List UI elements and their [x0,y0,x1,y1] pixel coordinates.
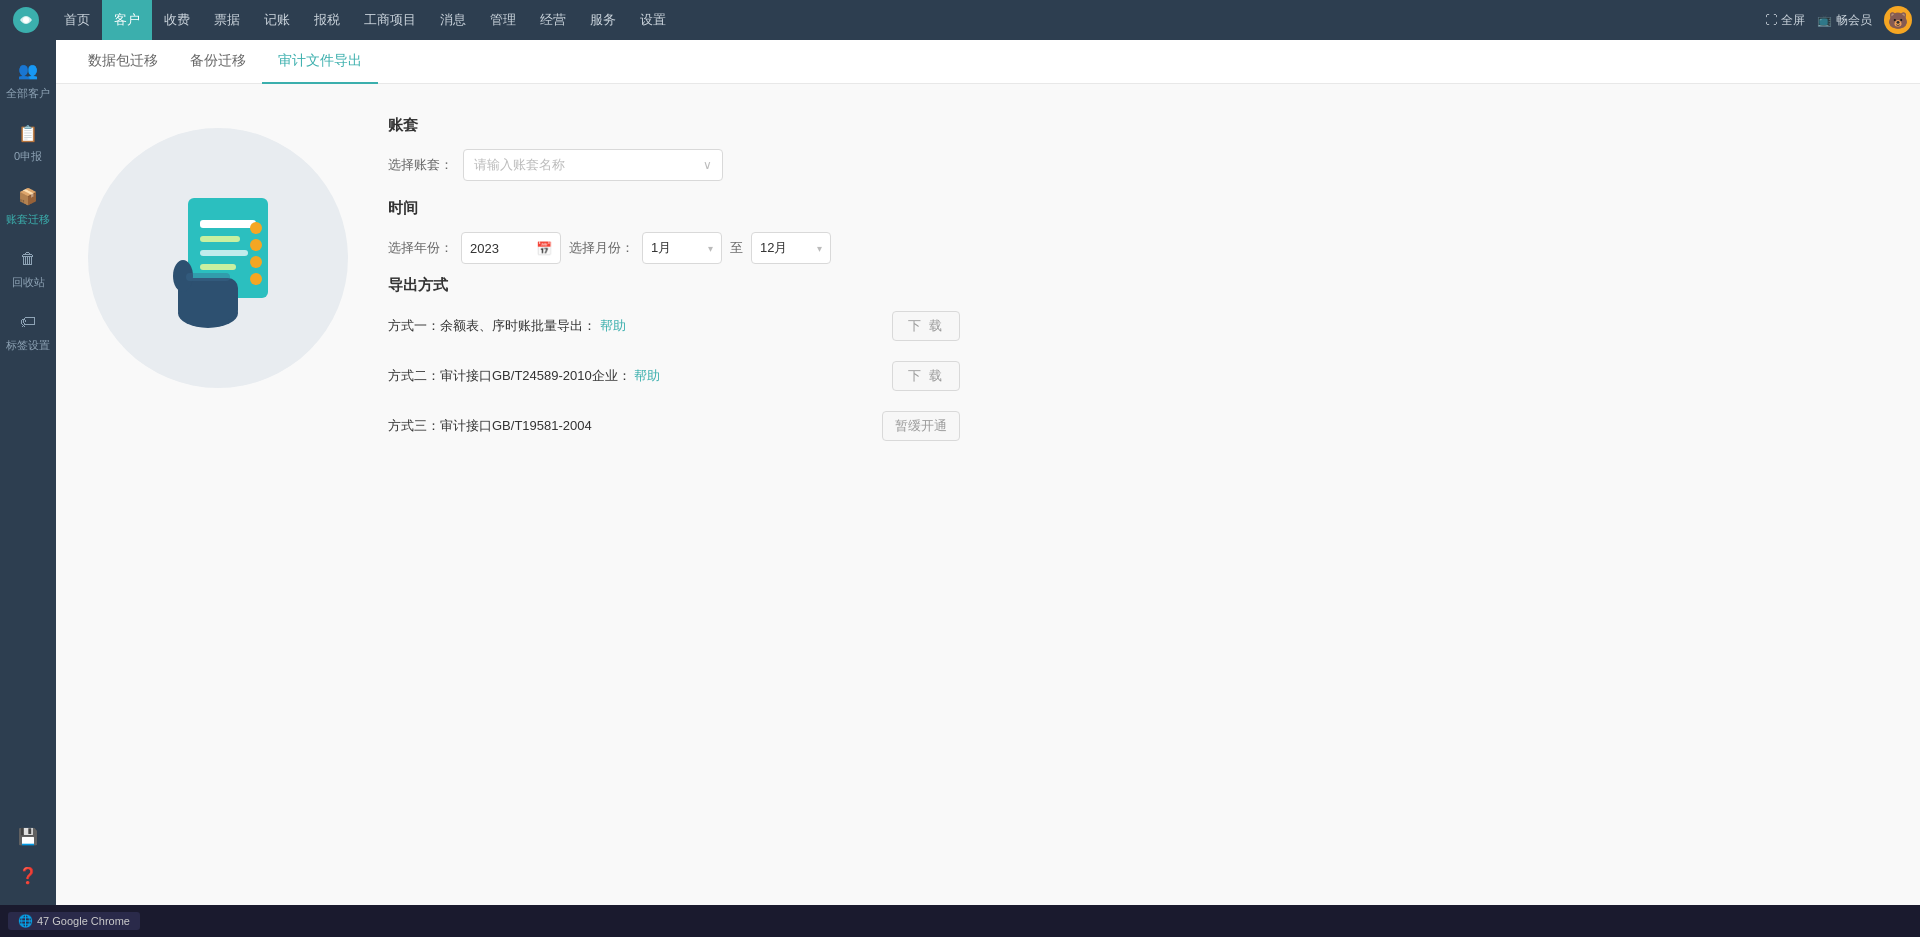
page-content: 账套 选择账套： 请输入账套名称 ∨ 时间 选择年份： 2023 � [56,84,1920,905]
export-method-3-open-button[interactable]: 暂缓开通 [882,411,960,441]
export-method-1-help-link[interactable]: 帮助 [600,318,626,333]
sidebar-item-account-migration[interactable]: 📦 账套迁移 [0,174,56,237]
nav-settings[interactable]: 设置 [628,0,678,40]
month-start-chevron-icon: ▾ [708,243,713,254]
nav-customer[interactable]: 客户 [102,0,152,40]
svg-rect-6 [200,264,236,270]
svg-point-10 [250,273,262,285]
export-section-title: 导出方式 [388,276,968,295]
account-select-row: 选择账套： 请输入账套名称 ∨ [388,149,968,181]
recycle-icon: 🗑 [16,247,40,271]
customers-icon: 👥 [16,58,40,82]
time-section-title: 时间 [388,199,968,218]
sidebar-item-all-customers[interactable]: 👥 全部客户 [0,48,56,111]
nav-manage[interactable]: 管理 [478,0,528,40]
main-layout: 👥 全部客户 📋 0申报 📦 账套迁移 🗑 回收站 🏷 标签设置 💾 ❓ 数据包… [0,40,1920,905]
taskbar-chrome-item[interactable]: 🌐 47 Google Chrome [8,912,140,930]
svg-rect-14 [186,273,230,281]
content-area: 数据包迁移 备份迁移 审计文件导出 [56,40,1920,905]
month-label: 选择月份： [569,239,634,257]
svg-point-7 [250,222,262,234]
svg-point-1 [23,17,29,23]
nav-home[interactable]: 首页 [52,0,102,40]
nav-business[interactable]: 工商项目 [352,0,428,40]
account-section-title: 账套 [388,116,968,135]
sidebar-download-button[interactable]: 💾 [14,819,42,854]
export-method-3-row: 方式三：审计接口GB/T19581-2004 暂缓开通 [388,411,968,441]
member-button[interactable]: 📺 畅会员 [1817,12,1872,29]
svg-point-9 [250,256,262,268]
declare-icon: 📋 [16,121,40,145]
svg-rect-4 [200,236,240,242]
svg-point-8 [250,239,262,251]
member-icon: 📺 [1817,13,1832,27]
year-input[interactable]: 2023 📅 [461,232,561,264]
top-nav-right: ⛶ 全屏 📺 畅会员 🐻 [1765,6,1912,34]
nav-tax[interactable]: 报税 [302,0,352,40]
illustration-circle [88,128,348,388]
export-method-1-download-button[interactable]: 下 载 [892,311,960,341]
fullscreen-button[interactable]: ⛶ 全屏 [1765,12,1805,29]
migration-icon: 📦 [16,184,40,208]
illustration-area [88,108,348,881]
sidebar-item-label-settings[interactable]: 🏷 标签设置 [0,300,56,363]
time-to-separator: 至 [730,239,743,257]
svg-rect-5 [200,250,248,256]
tab-audit-export[interactable]: 审计文件导出 [262,40,378,84]
calendar-icon: 📅 [536,241,552,256]
label-icon: 🏷 [16,310,40,334]
svg-rect-3 [200,220,256,228]
export-method-2-download-button[interactable]: 下 载 [892,361,960,391]
sidebar: 👥 全部客户 📋 0申报 📦 账套迁移 🗑 回收站 🏷 标签设置 💾 ❓ [0,40,56,905]
tabs-bar: 数据包迁移 备份迁移 审计文件导出 [56,40,1920,84]
nav-invoice[interactable]: 票据 [202,0,252,40]
time-row: 选择年份： 2023 📅 选择月份： 1月 ▾ 至 12月 ▾ [388,232,968,264]
nav-fee[interactable]: 收费 [152,0,202,40]
fullscreen-icon: ⛶ [1765,13,1777,27]
nav-items: 首页 客户 收费 票据 记账 报税 工商项目 消息 管理 经营 服务 设置 [52,0,1765,40]
tab-data-migration[interactable]: 数据包迁移 [72,40,174,84]
account-select-label: 选择账套： [388,156,453,174]
account-select-input[interactable]: 请输入账套名称 ∨ [463,149,723,181]
nav-accounting[interactable]: 记账 [252,0,302,40]
nav-operation[interactable]: 经营 [528,0,578,40]
export-method-1-row: 方式一：余额表、序时账批量导出： 帮助 下 载 [388,311,968,341]
section-divider: 时间 [388,199,968,218]
chrome-icon: 🌐 [18,914,32,928]
export-method-2-help-link[interactable]: 帮助 [634,368,660,383]
app-logo [8,2,44,38]
sidebar-bottom: 💾 ❓ [14,819,42,905]
account-select-chevron-icon: ∨ [703,158,712,172]
month-start-select[interactable]: 1月 ▾ [642,232,722,264]
month-end-chevron-icon: ▾ [817,243,822,254]
sidebar-item-recycle[interactable]: 🗑 回收站 [0,237,56,300]
export-method-2-row: 方式二：审计接口GB/T24589-2010企业： 帮助 下 载 [388,361,968,391]
form-area: 账套 选择账套： 请输入账套名称 ∨ 时间 选择年份： 2023 � [388,108,968,881]
month-end-select[interactable]: 12月 ▾ [751,232,831,264]
avatar[interactable]: 🐻 [1884,6,1912,34]
sidebar-help-button[interactable]: ❓ [14,858,42,893]
export-method-2-text: 方式二：审计接口GB/T24589-2010企业： 帮助 [388,367,892,385]
top-navigation: 首页 客户 收费 票据 记账 报税 工商项目 消息 管理 经营 服务 设置 ⛶ … [0,0,1920,40]
year-label: 选择年份： [388,239,453,257]
nav-message[interactable]: 消息 [428,0,478,40]
nav-service[interactable]: 服务 [578,0,628,40]
taskbar: 🌐 47 Google Chrome [0,905,1920,937]
sidebar-item-zero-declare[interactable]: 📋 0申报 [0,111,56,174]
export-method-3-text: 方式三：审计接口GB/T19581-2004 [388,417,882,435]
export-method-1-text: 方式一：余额表、序时账批量导出： 帮助 [388,317,892,335]
illustration-svg [118,158,318,358]
tab-backup-migration[interactable]: 备份迁移 [174,40,262,84]
